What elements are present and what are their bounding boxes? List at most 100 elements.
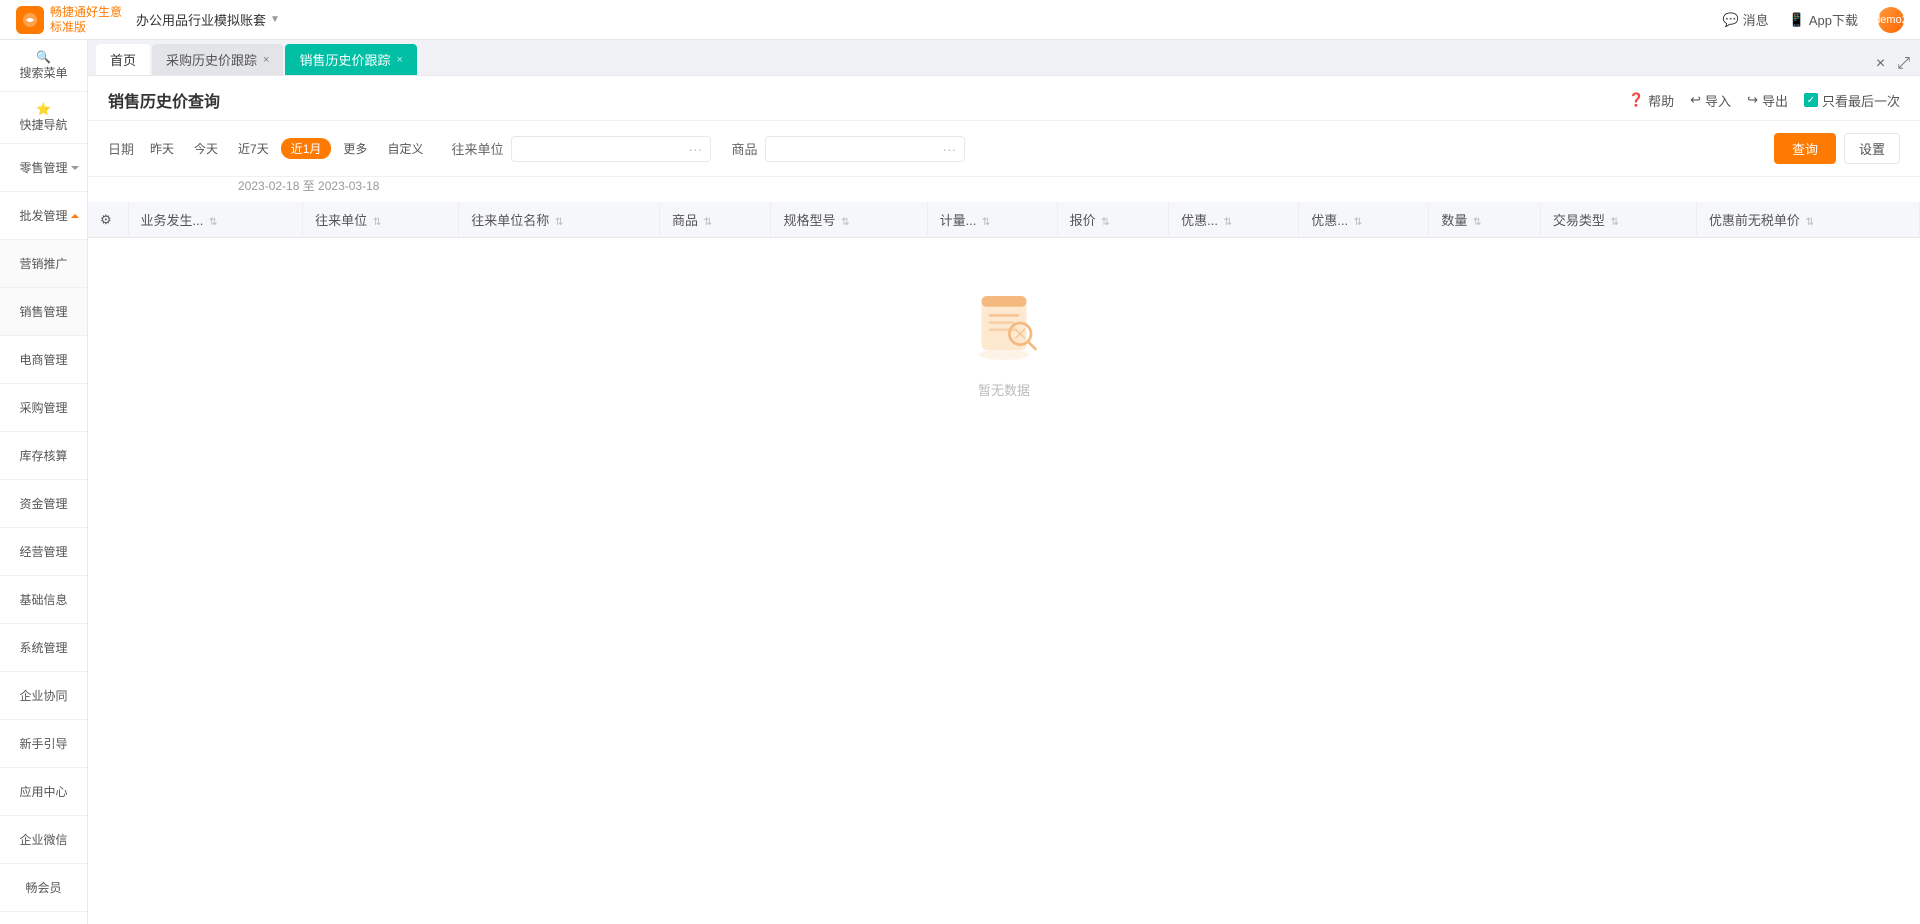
workspace-arrow-icon: ▼: [270, 14, 280, 25]
tab-home-label: 首页: [110, 50, 136, 69]
tab-home[interactable]: 首页: [96, 44, 150, 75]
tab-close-all-icon[interactable]: ×: [1874, 53, 1887, 75]
sidebar-item-system[interactable]: 系统管理: [0, 624, 87, 672]
sidebar-item-shortcut[interactable]: ⭐ 快捷导航: [0, 92, 87, 144]
table-col-discount2[interactable]: 优惠... ⇅: [1299, 202, 1429, 238]
sidebar-label-sales-mgmt: 销售管理: [19, 303, 67, 320]
sidebar-item-apps[interactable]: 应用中心: [0, 768, 87, 816]
workspace-selector[interactable]: 办公用品行业模拟账套 ▼: [130, 8, 286, 31]
date-range-row: 2023-02-18 至 2023-03-18: [88, 177, 1920, 202]
sidebar-item-marketing[interactable]: 营销推广: [0, 240, 87, 288]
table-col-partner-code[interactable]: 往来单位 ⇅: [303, 202, 459, 238]
user-avatar-btn[interactable]: demo2: [1878, 7, 1904, 33]
tab-sales-close-icon[interactable]: ×: [396, 54, 402, 66]
page-title: 销售历史价查询: [108, 88, 220, 112]
sidebar-label-system: 系统管理: [19, 639, 67, 656]
sidebar-item-member[interactable]: 畅会员: [0, 864, 87, 912]
table-col-settings[interactable]: ⚙: [88, 202, 128, 238]
search-button[interactable]: 查询: [1774, 133, 1836, 164]
sidebar-item-ecommerce[interactable]: 电商管理: [0, 336, 87, 384]
date-btn-yesterday[interactable]: 昨天: [142, 138, 182, 159]
sidebar-item-finance[interactable]: 资金管理: [0, 480, 87, 528]
sidebar-item-sales-mgmt[interactable]: 销售管理: [0, 288, 87, 336]
goods-filter-input[interactable]: ···: [765, 136, 965, 162]
sidebar-item-purchase[interactable]: 采购管理: [0, 384, 87, 432]
tab-bar: 首页 采购历史价跟踪 × 销售历史价跟踪 × × ⤢: [88, 40, 1920, 76]
search-icon: 🔍: [36, 50, 51, 64]
table-col-qty[interactable]: 数量 ⇅: [1429, 202, 1541, 238]
sidebar-item-search[interactable]: 🔍 搜索菜单: [0, 40, 87, 92]
only-last-checkbox[interactable]: ✓ 只看最后一次: [1804, 91, 1900, 110]
sidebar-label-ecommerce: 电商管理: [19, 351, 67, 368]
filter-bar: 日期 昨天 今天 近7天 近1月 更多 自定义 往来单位 ···: [88, 121, 1920, 177]
message-btn[interactable]: 💬 消息: [1722, 10, 1768, 29]
sort-icon-unit: ⇅: [982, 217, 990, 228]
table-col-partner-name[interactable]: 往来单位名称 ⇅: [459, 202, 660, 238]
partner-filter-label: 往来单位: [451, 139, 503, 158]
data-table: ⚙ 业务发生... ⇅ 往来单位 ⇅ 往来单位名称: [88, 202, 1920, 238]
page-header: 销售历史价查询 ❓ 帮助 ↩ 导入 ↪ 导出 ✓: [88, 76, 1920, 121]
sort-icon-partner-name: ⇅: [555, 217, 563, 228]
logo-icon: [16, 6, 44, 34]
tab-purchase-history[interactable]: 采购历史价跟踪 ×: [152, 44, 283, 75]
help-btn[interactable]: ❓ 帮助: [1628, 91, 1674, 110]
date-range-display: 2023-02-18 至 2023-03-18: [238, 177, 379, 194]
tab-bar-actions: × ⤢: [1874, 53, 1912, 75]
sort-icon-spec: ⇅: [841, 217, 849, 228]
page-content: 销售历史价查询 ❓ 帮助 ↩ 导入 ↪ 导出 ✓: [88, 76, 1920, 924]
export-btn[interactable]: ↪ 导出: [1747, 91, 1788, 110]
table-col-quote[interactable]: 报价 ⇅: [1057, 202, 1169, 238]
sidebar-item-inventory[interactable]: 库存核算: [0, 432, 87, 480]
table-col-pretax-price[interactable]: 优惠前无税单价 ⇅: [1696, 202, 1919, 238]
help-icon: ❓: [1628, 92, 1644, 108]
sidebar-item-wechat[interactable]: 企业微信: [0, 816, 87, 864]
sort-icon-partner-code: ⇅: [373, 217, 381, 228]
goods-filter-label: 商品: [731, 139, 757, 158]
date-btn-custom[interactable]: 自定义: [379, 138, 431, 159]
table-col-discount1[interactable]: 优惠... ⇅: [1169, 202, 1299, 238]
date-btn-7days[interactable]: 近7天: [230, 138, 277, 159]
table-col-spec[interactable]: 规格型号 ⇅: [771, 202, 927, 238]
tab-sales-history[interactable]: 销售历史价跟踪 ×: [285, 44, 416, 75]
table-col-biz-date[interactable]: 业务发生... ⇅: [128, 202, 303, 238]
table-col-trade-type[interactable]: 交易类型 ⇅: [1540, 202, 1696, 238]
header-left: 畅捷通好生意 标准版 办公用品行业模拟账套 ▼: [16, 5, 286, 34]
sort-icon-discount1: ⇅: [1224, 217, 1232, 228]
table-area: ⚙ 业务发生... ⇅ 往来单位 ⇅ 往来单位名称: [88, 202, 1920, 924]
sidebar-item-wholesale[interactable]: 批发管理: [0, 192, 87, 240]
sidebar-item-corp[interactable]: 企业协同: [0, 672, 87, 720]
sort-icon-biz-date: ⇅: [209, 217, 217, 228]
date-btn-today[interactable]: 今天: [186, 138, 226, 159]
table-col-unit[interactable]: 计量... ⇅: [927, 202, 1057, 238]
app-download-btn[interactable]: 📱 App下载: [1789, 10, 1858, 29]
sidebar-label-marketing: 营销推广: [19, 255, 67, 272]
date-btn-1month[interactable]: 近1月: [281, 138, 332, 159]
tab-purchase-close-icon[interactable]: ×: [263, 54, 269, 66]
export-icon: ↪: [1747, 92, 1758, 108]
tab-maximize-icon[interactable]: ⤢: [1895, 53, 1912, 75]
import-btn[interactable]: ↩ 导入: [1690, 91, 1731, 110]
sidebar-label-newbie: 新手引导: [19, 735, 67, 752]
sort-icon-trade-type: ⇅: [1610, 217, 1618, 228]
sidebar-label-wechat: 企业微信: [19, 831, 67, 848]
date-btn-more[interactable]: 更多: [335, 138, 375, 159]
sidebar-item-operation[interactable]: 经营管理: [0, 528, 87, 576]
filter-action-btns: 查询 设置: [1774, 133, 1900, 164]
sidebar-item-retail[interactable]: 零售管理: [0, 144, 87, 192]
partner-filter-input[interactable]: ···: [511, 136, 711, 162]
sidebar-item-basic[interactable]: 基础信息: [0, 576, 87, 624]
sort-icon-qty: ⇅: [1473, 217, 1481, 228]
settings-button[interactable]: 设置: [1844, 133, 1900, 164]
partner-input-dots[interactable]: ···: [688, 141, 702, 157]
sidebar-label-inventory: 库存核算: [19, 447, 67, 464]
workspace-name: 办公用品行业模拟账套: [136, 10, 266, 29]
table-header-row: ⚙ 业务发生... ⇅ 往来单位 ⇅ 往来单位名称: [88, 202, 1920, 238]
main-layout: 🔍 搜索菜单 ⭐ 快捷导航 零售管理 批发管理 营销推广 销售管理 电商管理 采…: [0, 40, 1920, 924]
table-col-goods[interactable]: 商品 ⇅: [659, 202, 771, 238]
content-area: 首页 采购历史价跟踪 × 销售历史价跟踪 × × ⤢ 销售历史价查询: [88, 40, 1920, 924]
sort-icon-discount2: ⇅: [1354, 217, 1362, 228]
goods-input-dots[interactable]: ···: [942, 141, 956, 157]
sidebar-item-newbie[interactable]: 新手引导: [0, 720, 87, 768]
message-icon: 💬: [1722, 12, 1738, 28]
date-filter-label: 日期: [108, 139, 134, 158]
